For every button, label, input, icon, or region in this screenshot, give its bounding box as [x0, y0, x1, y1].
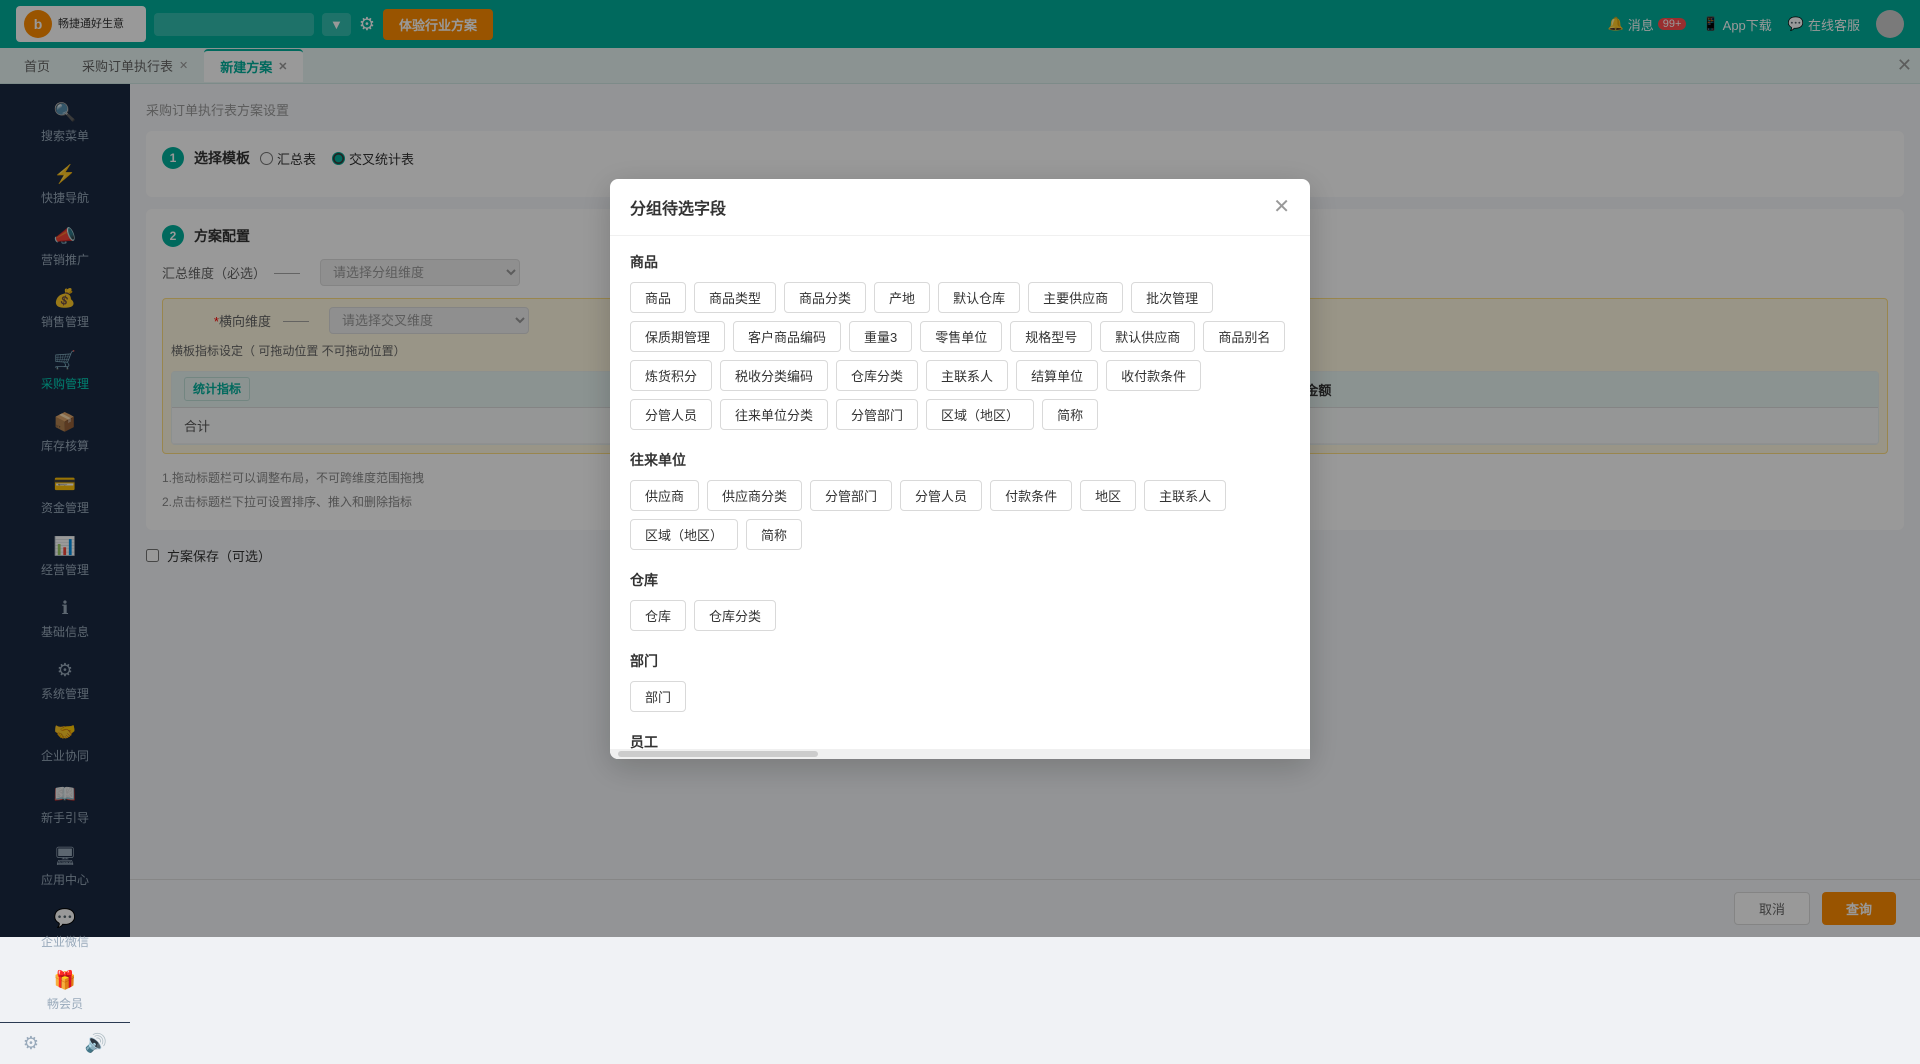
sidebar-bottom: ⚙ 🔊 [0, 1022, 130, 1064]
sidebar-audio-btn[interactable]: 🔊 [85, 1033, 107, 1054]
field-tag-settlement-unit[interactable]: 结算单位 [1016, 360, 1098, 391]
field-tag-warehouse[interactable]: 仓库 [630, 600, 686, 631]
field-tag-supplier-category[interactable]: 供应商分类 [707, 480, 802, 511]
section-employee-title: 员工 [630, 732, 1290, 749]
section-warehouse-title: 仓库 [630, 570, 1290, 590]
field-tag-region-goods[interactable]: 区域（地区） [926, 399, 1034, 430]
sidebar-settings-btn[interactable]: ⚙ [23, 1033, 39, 1054]
field-tag-payment-terms[interactable]: 收付款条件 [1106, 360, 1201, 391]
section-counterpart-title: 往来单位 [630, 450, 1290, 470]
section-goods: 商品 商品 商品类型 商品分类 产地 默认仓库 主要供应商 批次管理 保质期管理… [630, 252, 1290, 430]
modal-header: 分组待选字段 ✕ [610, 179, 1310, 236]
field-tag-customer-code[interactable]: 客户商品编码 [733, 321, 841, 352]
modal: 分组待选字段 ✕ 商品 商品 商品类型 商品分类 产地 默认仓库 主要供应商 批… [610, 179, 1310, 759]
field-tag-area[interactable]: 地区 [1080, 480, 1136, 511]
section-warehouse: 仓库 仓库 仓库分类 [630, 570, 1290, 631]
field-tag-dept-mgmt[interactable]: 分管部门 [810, 480, 892, 511]
field-tag-refining-points[interactable]: 炼货积分 [630, 360, 712, 391]
field-tag-default-warehouse[interactable]: 默认仓库 [938, 282, 1020, 313]
modal-hscroll-thumb [618, 751, 818, 757]
field-tag-manager[interactable]: 分管人员 [630, 399, 712, 430]
member-icon: 🎁 [54, 970, 76, 991]
section-goods-title: 商品 [630, 252, 1290, 272]
field-tag-tax-code[interactable]: 税收分类编码 [720, 360, 828, 391]
field-tag-expiry-mgmt[interactable]: 保质期管理 [630, 321, 725, 352]
field-tag-person-mgmt[interactable]: 分管人员 [900, 480, 982, 511]
field-tag-retail-unit[interactable]: 零售单位 [920, 321, 1002, 352]
modal-overlay[interactable]: 分组待选字段 ✕ 商品 商品 商品类型 商品分类 产地 默认仓库 主要供应商 批… [0, 0, 1920, 937]
sidebar-item-member[interactable]: 🎁 畅会员 [0, 960, 130, 1022]
modal-body[interactable]: 商品 商品 商品类型 商品分类 产地 默认仓库 主要供应商 批次管理 保质期管理… [610, 236, 1310, 749]
field-tag-counterpart-category[interactable]: 往来单位分类 [720, 399, 828, 430]
field-tag-goods[interactable]: 商品 [630, 282, 686, 313]
field-tag-goods-category[interactable]: 商品分类 [784, 282, 866, 313]
field-tag-main-contact[interactable]: 主联系人 [926, 360, 1008, 391]
section-dept: 部门 部门 [630, 651, 1290, 712]
field-tag-spec-model[interactable]: 规格型号 [1010, 321, 1092, 352]
modal-horizontal-scrollbar[interactable] [610, 749, 1310, 759]
section-employee: 员工 业务员 [630, 732, 1290, 749]
field-tag-region-counterpart[interactable]: 区域（地区） [630, 519, 738, 550]
field-tag-batch-mgmt[interactable]: 批次管理 [1131, 282, 1213, 313]
field-tag-weight3[interactable]: 重量3 [849, 321, 912, 352]
field-tag-origin[interactable]: 产地 [874, 282, 930, 313]
section-counterpart: 往来单位 供应商 供应商分类 分管部门 分管人员 付款条件 地区 主联系人 区域… [630, 450, 1290, 550]
field-tag-supplier[interactable]: 供应商 [630, 480, 699, 511]
field-tag-goods-alias[interactable]: 商品别名 [1203, 321, 1285, 352]
field-tag-division-dept[interactable]: 分管部门 [836, 399, 918, 430]
field-tag-goods-type[interactable]: 商品类型 [694, 282, 776, 313]
sidebar-item-member-label: 畅会员 [47, 995, 83, 1012]
section-goods-tags: 商品 商品类型 商品分类 产地 默认仓库 主要供应商 批次管理 保质期管理 客户… [630, 282, 1290, 430]
section-dept-title: 部门 [630, 651, 1290, 671]
field-tag-warehouse-category[interactable]: 仓库分类 [836, 360, 918, 391]
section-dept-tags: 部门 [630, 681, 1290, 712]
modal-title: 分组待选字段 [630, 195, 726, 219]
field-tag-default-supplier[interactable]: 默认供应商 [1100, 321, 1195, 352]
field-tag-short-name-counterpart[interactable]: 简称 [746, 519, 802, 550]
section-counterpart-tags: 供应商 供应商分类 分管部门 分管人员 付款条件 地区 主联系人 区域（地区） … [630, 480, 1290, 550]
field-tag-dept[interactable]: 部门 [630, 681, 686, 712]
field-tag-short-name-goods[interactable]: 简称 [1042, 399, 1098, 430]
section-warehouse-tags: 仓库 仓库分类 [630, 600, 1290, 631]
field-tag-payment-condition[interactable]: 付款条件 [990, 480, 1072, 511]
field-tag-warehouse-cat[interactable]: 仓库分类 [694, 600, 776, 631]
field-tag-main-supplier[interactable]: 主要供应商 [1028, 282, 1123, 313]
field-tag-contact[interactable]: 主联系人 [1144, 480, 1226, 511]
modal-close-button[interactable]: ✕ [1273, 197, 1290, 217]
